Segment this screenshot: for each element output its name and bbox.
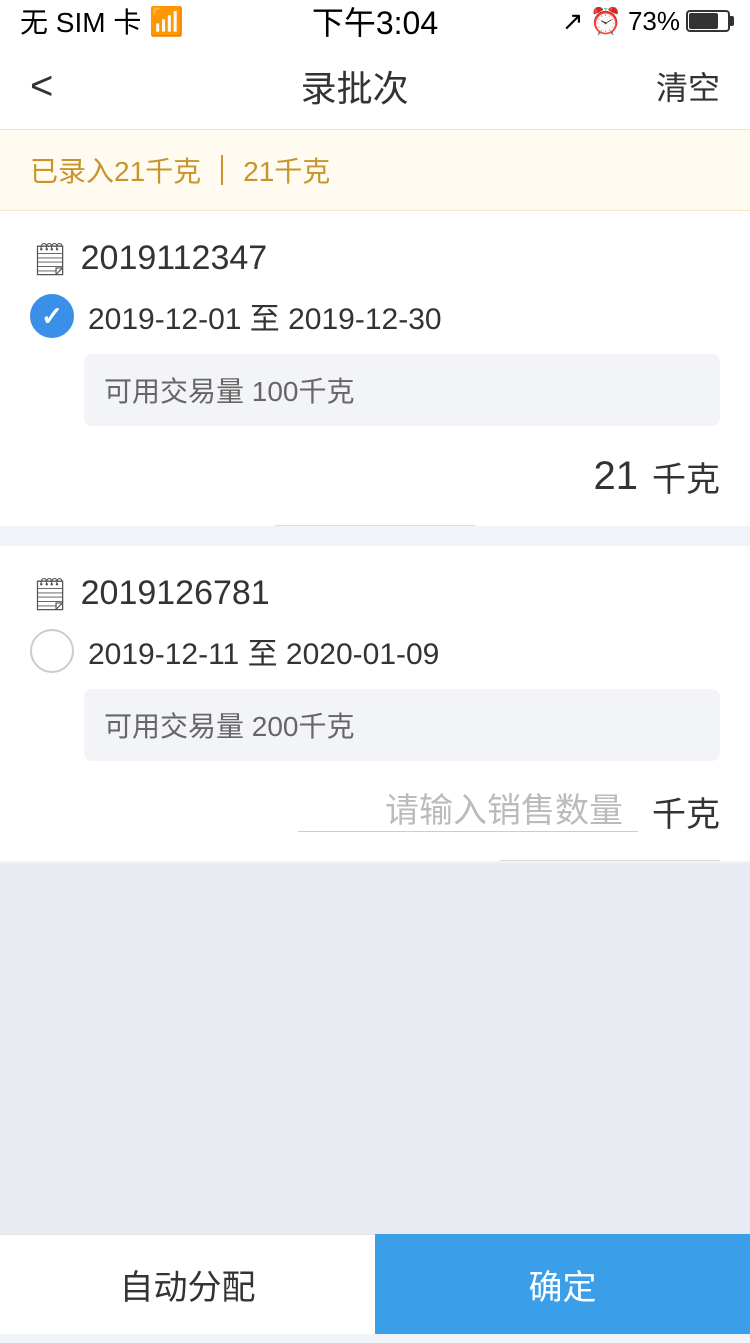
clear-button[interactable]: 清空	[656, 63, 720, 109]
batch-row-2[interactable]: 2019-12-11 至 2020-01-09	[0, 623, 750, 683]
empty-area	[0, 863, 750, 1243]
status-bar: 无 SIM 卡 📶 下午3:04 ↗ ⏰ 73%	[0, 0, 750, 42]
location-icon: ↗	[562, 6, 584, 37]
section-divider-2	[500, 860, 720, 861]
carrier-text: 无 SIM 卡	[20, 1, 141, 41]
battery-icon	[686, 10, 730, 32]
radio-selected-1[interactable]	[30, 294, 74, 338]
alarm-icon: ⏰	[590, 6, 622, 37]
batch-header-2: 🗒 2019126781	[0, 546, 750, 623]
radio-unselected-2[interactable]	[30, 629, 74, 673]
unit-label-2: 千克	[652, 787, 720, 836]
batch-card-1: 🗒 2019112347 2019-12-01 至 2019-12-30 可用交…	[0, 211, 750, 526]
status-right: ↗ ⏰ 73%	[562, 6, 730, 37]
back-button[interactable]: <	[30, 66, 53, 106]
summary-divider	[221, 155, 223, 185]
batch-date-2: 2019-12-11 至 2020-01-09	[88, 629, 439, 673]
status-left: 无 SIM 卡 📶	[20, 1, 184, 41]
section-divider-1	[275, 525, 475, 526]
unit-label-1: 千克	[652, 452, 720, 501]
status-time: 下午3:04	[312, 0, 438, 44]
batch-date-1: 2019-12-01 至 2019-12-30	[88, 294, 442, 338]
total-amount: 21千克	[243, 150, 330, 190]
batch-id-icon-1: 🗒	[30, 240, 71, 278]
input-row-1: 21 千克	[0, 436, 750, 521]
batch-availability-2: 可用交易量 200千克	[84, 689, 720, 761]
batch-availability-1: 可用交易量 100千克	[84, 354, 720, 426]
quantity-value-1: 21	[594, 454, 639, 499]
batch-id-2: 2019126781	[81, 574, 270, 613]
confirm-button[interactable]: 确定	[375, 1234, 750, 1334]
recorded-amount: 已录入21千克	[30, 150, 201, 190]
quantity-input-area-2[interactable]	[298, 792, 638, 832]
battery-percent: 73%	[628, 6, 680, 37]
batch-id-icon-2: 🗒	[30, 575, 71, 613]
summary-bar: 已录入21千克 21千克	[0, 130, 750, 211]
main-content: 已录入21千克 21千克 🗒 2019112347 2019-12-01 至 2…	[0, 130, 750, 1243]
batch-id-1: 2019112347	[81, 239, 268, 278]
page-title: 录批次	[301, 60, 409, 112]
quantity-input-2[interactable]	[298, 792, 638, 831]
batch-card-2: 🗒 2019126781 2019-12-11 至 2020-01-09 可用交…	[0, 546, 750, 861]
input-row-2: 千克	[0, 771, 750, 856]
batch-header-1: 🗒 2019112347	[0, 211, 750, 288]
auto-distribute-button[interactable]: 自动分配	[0, 1234, 375, 1334]
wifi-icon: 📶	[149, 5, 184, 38]
bottom-bar: 自动分配 确定	[0, 1234, 750, 1334]
batch-row-1[interactable]: 2019-12-01 至 2019-12-30	[0, 288, 750, 348]
nav-bar: < 录批次 清空	[0, 42, 750, 130]
